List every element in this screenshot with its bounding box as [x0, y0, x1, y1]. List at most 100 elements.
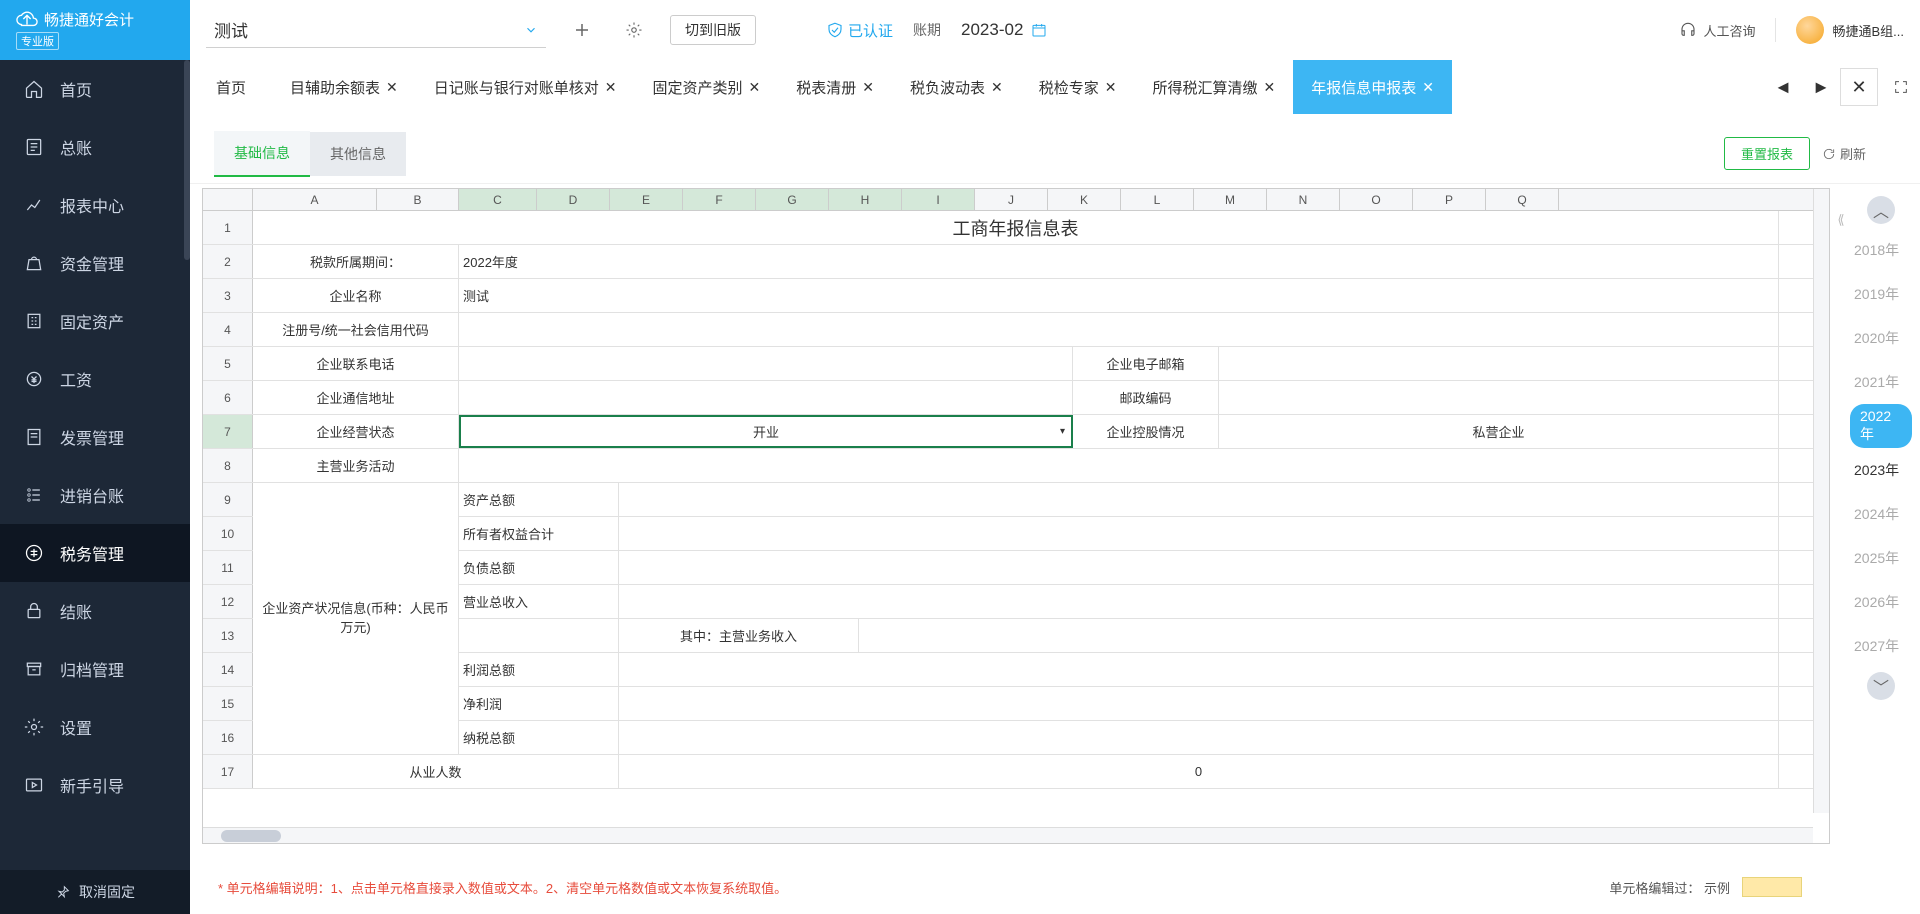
row-header-10[interactable]: 10	[203, 517, 253, 550]
cell[interactable]	[619, 483, 1779, 516]
horizontal-scrollbar[interactable]	[203, 827, 1813, 843]
tab-0[interactable]: 目辅助余额表✕	[272, 60, 416, 114]
fullscreen-button[interactable]	[1882, 68, 1920, 106]
tab-home[interactable]: 首页	[190, 60, 272, 114]
col-header-N[interactable]: N	[1267, 189, 1340, 210]
col-header-L[interactable]: L	[1121, 189, 1194, 210]
cell[interactable]	[459, 381, 1073, 414]
merged-cell-asset-info[interactable]: 企业资产状况信息(币种：人民币万元)	[253, 483, 459, 755]
cell[interactable]	[619, 653, 1779, 686]
nav-tax[interactable]: 税务管理	[0, 524, 190, 582]
cell[interactable]	[459, 347, 1073, 380]
cell[interactable]: 企业电子邮箱	[1073, 347, 1219, 380]
cell[interactable]: 企业经营状态	[253, 415, 459, 448]
col-header-G[interactable]: G	[756, 189, 829, 210]
cell[interactable]	[619, 551, 1779, 584]
cell[interactable]	[859, 619, 1779, 652]
tab-3[interactable]: 税表清册✕	[778, 60, 892, 114]
nav-guide[interactable]: 新手引导	[0, 756, 190, 814]
cell[interactable]: 纳税总额	[459, 721, 619, 754]
cell[interactable]: 所有者权益合计	[459, 517, 619, 550]
nav-settings[interactable]: 设置	[0, 698, 190, 756]
cell[interactable]: 营业总收入	[459, 585, 619, 618]
col-header-Q[interactable]: Q	[1486, 189, 1559, 210]
rail-collapse[interactable]: ⟪	[1834, 200, 1848, 240]
close-icon[interactable]: ✕	[1422, 79, 1434, 96]
col-header-B[interactable]: B	[377, 189, 459, 210]
year-next[interactable]: ﹀	[1867, 672, 1895, 700]
nav-assets[interactable]: 固定资产	[0, 292, 190, 350]
consult-button[interactable]: 人工咨询	[1679, 21, 1755, 40]
nav-close-books[interactable]: 结账	[0, 582, 190, 640]
col-header-O[interactable]: O	[1340, 189, 1413, 210]
close-icon[interactable]: ✕	[605, 79, 617, 96]
tab-7[interactable]: 年报信息申报表✕	[1293, 60, 1452, 114]
cell[interactable]: 资产总额	[459, 483, 619, 516]
row-header-13[interactable]: 13	[203, 619, 253, 652]
nav-invoice[interactable]: 发票管理	[0, 408, 190, 466]
year-prev[interactable]: ︿	[1867, 196, 1895, 224]
nav-reports[interactable]: 报表中心	[0, 176, 190, 234]
cell[interactable]: 企业控股情况	[1073, 415, 1219, 448]
cell[interactable]	[619, 687, 1779, 720]
cell[interactable]: 企业名称	[253, 279, 459, 312]
row-header-16[interactable]: 16	[203, 721, 253, 754]
row-header-9[interactable]: 9	[203, 483, 253, 516]
tab-4[interactable]: 税负波动表✕	[892, 60, 1021, 114]
period-picker[interactable]: 2023-02	[961, 20, 1047, 40]
row-header-5[interactable]: 5	[203, 347, 253, 380]
row-header-11[interactable]: 11	[203, 551, 253, 584]
year-2022年[interactable]: 2022年	[1850, 404, 1912, 448]
tabs-prev[interactable]: ◄	[1764, 68, 1802, 106]
refresh-button[interactable]: 刷新	[1822, 144, 1896, 163]
row-header-7[interactable]: 7	[203, 415, 253, 448]
close-icon[interactable]: ✕	[991, 79, 1003, 96]
cell[interactable]: 税款所属期间：	[253, 245, 459, 278]
row-header-14[interactable]: 14	[203, 653, 253, 686]
cell[interactable]	[1219, 347, 1779, 380]
subtab-basic[interactable]: 基础信息	[214, 131, 310, 177]
company-dropdown[interactable]: 测试	[206, 12, 546, 48]
cell[interactable]: 净利润	[459, 687, 619, 720]
col-header-K[interactable]: K	[1048, 189, 1121, 210]
vertical-scrollbar[interactable]	[1813, 189, 1829, 813]
cell[interactable]: 2022年度	[459, 245, 1779, 278]
cell[interactable]: 其中：主营业务收入	[619, 619, 859, 652]
nav-archive[interactable]: 归档管理	[0, 640, 190, 698]
col-header-A[interactable]: A	[253, 189, 377, 210]
nav-salary[interactable]: 工资	[0, 350, 190, 408]
col-header-C[interactable]: C	[459, 189, 537, 210]
row-header-15[interactable]: 15	[203, 687, 253, 720]
close-icon[interactable]: ✕	[749, 79, 761, 96]
settings-button[interactable]	[618, 14, 650, 46]
cell[interactable]: 测试	[459, 279, 1779, 312]
tab-6[interactable]: 所得税汇算清缴✕	[1135, 60, 1294, 114]
col-header-E[interactable]: E	[610, 189, 683, 210]
col-header-F[interactable]: F	[683, 189, 756, 210]
row-header-1[interactable]: 1	[203, 211, 253, 244]
tab-2[interactable]: 固定资产类别✕	[635, 60, 779, 114]
close-icon[interactable]: ✕	[862, 79, 874, 96]
row-header-17[interactable]: 17	[203, 755, 253, 788]
cell[interactable]	[459, 619, 619, 652]
col-header-M[interactable]: M	[1194, 189, 1267, 210]
row-header-8[interactable]: 8	[203, 449, 253, 482]
nav-inventory[interactable]: 进销台账	[0, 466, 190, 524]
cell[interactable]	[459, 313, 1779, 346]
scrollbar-thumb[interactable]	[221, 830, 281, 842]
row-header-3[interactable]: 3	[203, 279, 253, 312]
cell[interactable]: 主营业务活动	[253, 449, 459, 482]
reset-button[interactable]: 重置报表	[1724, 137, 1810, 170]
col-header-I[interactable]: I	[902, 189, 975, 210]
year-2023年[interactable]: 2023年	[1850, 448, 1912, 492]
cell[interactable]: 利润总额	[459, 653, 619, 686]
row-header-12[interactable]: 12	[203, 585, 253, 618]
row-header-4[interactable]: 4	[203, 313, 253, 346]
col-header-P[interactable]: P	[1413, 189, 1486, 210]
nav-home[interactable]: 首页	[0, 60, 190, 118]
cell[interactable]: 邮政编码	[1073, 381, 1219, 414]
cell[interactable]: 私营企业	[1219, 415, 1779, 448]
cell[interactable]	[619, 585, 1779, 618]
user-menu[interactable]: 畅捷通B组...	[1796, 16, 1904, 44]
col-header-D[interactable]: D	[537, 189, 610, 210]
